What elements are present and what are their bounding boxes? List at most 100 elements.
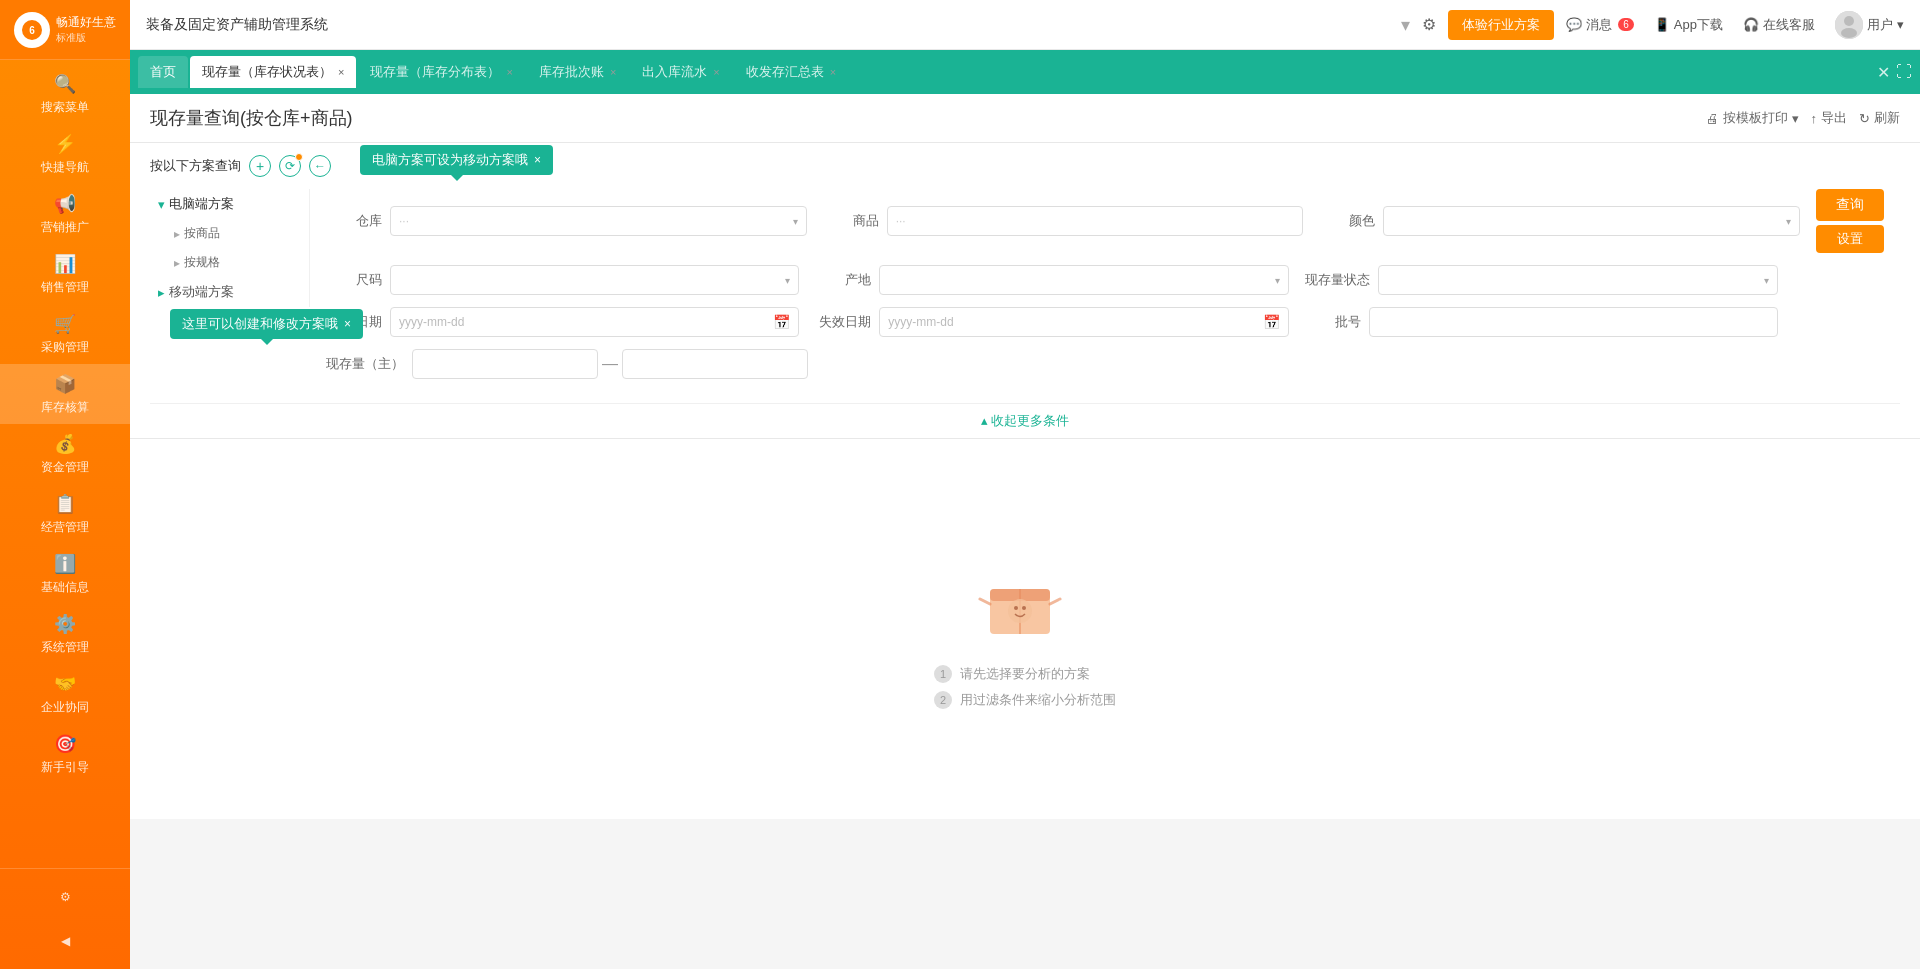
export-btn[interactable]: ↑ 导出 <box>1811 109 1848 127</box>
origin-select[interactable]: ▾ <box>879 265 1288 295</box>
svg-line-12 <box>1050 599 1060 604</box>
filter-add-btn[interactable]: + <box>249 155 271 177</box>
system-icon: ⚙️ <box>54 613 76 635</box>
goods-label: 商品 <box>823 212 879 230</box>
sidebar-item-cooperation[interactable]: 🤝 企业协同 <box>0 664 130 724</box>
tab-home[interactable]: 首页 <box>138 56 188 88</box>
print-dropdown-icon: ▾ <box>1792 111 1799 126</box>
svg-point-9 <box>1014 606 1018 610</box>
warehouse-dropdown-icon: ▾ <box>793 216 798 227</box>
tab-close-inventory-dist[interactable]: × <box>506 66 512 78</box>
tab-close-inventory-status[interactable]: × <box>338 66 344 78</box>
filter-field-color: 颜色 ▾ <box>1319 206 1800 236</box>
message-btn[interactable]: 💬 消息 6 <box>1566 16 1634 34</box>
sidebar-item-nav[interactable]: ⚡ 快捷导航 <box>0 124 130 184</box>
sidebar-collapse[interactable]: ◀ <box>0 921 130 961</box>
topbar-settings-icon[interactable]: ⚙ <box>1422 15 1436 34</box>
scheme-by-spec[interactable]: ▸ 按规格 <box>166 248 305 277</box>
reset-btn[interactable]: 设置 <box>1816 225 1884 253</box>
tab-batch-account[interactable]: 库存批次账 × <box>527 56 628 88</box>
filter-field-batch: 批号 <box>1305 307 1778 337</box>
svg-text:6: 6 <box>29 25 35 36</box>
sidebar-item-operation[interactable]: 📋 经营管理 <box>0 484 130 544</box>
goods-select[interactable]: ··· <box>887 206 1304 236</box>
scheme-mobile-arrow: ▸ <box>158 285 165 300</box>
scheme-mobile[interactable]: ▸ 移动端方案 <box>150 277 305 307</box>
tab-close-batch-account[interactable]: × <box>610 66 616 78</box>
scheme-tree: ▾ 电脑端方案 ▸ 按商品 ▸ 按规格 ▸ <box>150 189 310 307</box>
app-icon: 📱 <box>1654 17 1670 32</box>
color-select[interactable]: ▾ <box>1383 206 1800 236</box>
sidebar-item-marketing[interactable]: 📢 营销推广 <box>0 184 130 244</box>
filter-field-stock-status: 现存量状态 ▾ <box>1305 265 1778 295</box>
user-dropdown-icon: ▾ <box>1897 17 1904 32</box>
filter-edit-btn[interactable]: ⟳ <box>279 155 301 177</box>
search-btn-group: 查询 设置 <box>1816 189 1884 253</box>
tooltip2-close[interactable]: × <box>344 317 351 331</box>
topbar-right: 💬 消息 6 📱 App下载 🎧 在线客服 <box>1566 11 1904 39</box>
tab-close-flow[interactable]: × <box>713 66 719 78</box>
filter-header: 按以下方案查询 + ⟳ ← 电脑方案可设为移动方案哦 × <box>150 155 1900 177</box>
size-select[interactable]: ▾ <box>390 265 799 295</box>
svg-line-11 <box>980 599 990 604</box>
sidebar-settings[interactable]: ⚙ <box>0 877 130 917</box>
tab-inventory-status[interactable]: 现存量（库存状况表） × <box>190 56 356 88</box>
tab-maximize-icon[interactable]: ⛶ <box>1896 63 1912 81</box>
empty-state-container: 1 请先选择要分析的方案 2 用过滤条件来缩小分析范围 <box>130 439 1920 819</box>
marketing-icon: 📢 <box>54 193 76 215</box>
filter-back-btn[interactable]: ← <box>309 155 331 177</box>
refresh-btn[interactable]: ↻ 刷新 <box>1859 109 1900 127</box>
message-icon: 💬 <box>1566 17 1582 32</box>
search-btn[interactable]: 查询 <box>1816 189 1884 221</box>
stock-range-max[interactable] <box>622 349 808 379</box>
search-icon: 🔍 <box>54 73 76 95</box>
sidebar-item-purchase[interactable]: 🛒 采购管理 <box>0 304 130 364</box>
sidebar-item-system[interactable]: ⚙️ 系统管理 <box>0 604 130 664</box>
prod-date-input[interactable]: yyyy-mm-dd 📅 <box>390 307 799 337</box>
dropdown-arrow-icon[interactable]: ▾ <box>1401 14 1410 36</box>
warehouse-select[interactable]: ··· ▾ <box>390 206 807 236</box>
origin-dropdown-icon: ▾ <box>1275 275 1280 286</box>
nav-icon: ⚡ <box>54 133 76 155</box>
sidebar-item-inventory[interactable]: 📦 库存核算 <box>0 364 130 424</box>
empty-illustration <box>975 549 1075 649</box>
filter-section: 按以下方案查询 + ⟳ ← 电脑方案可设为移动方案哦 × <box>130 143 1920 439</box>
topbar: 装备及固定资产辅助管理系统 ▾ ⚙ 体验行业方案 💬 消息 6 📱 App下载 … <box>130 0 1920 50</box>
collapse-bar[interactable]: ▴ 收起更多条件 <box>150 403 1900 438</box>
logo-text: 畅通好生意 标准版 <box>56 15 116 44</box>
sidebar-item-search[interactable]: 🔍 搜索菜单 <box>0 64 130 124</box>
tab-summary[interactable]: 收发存汇总表 × <box>734 56 848 88</box>
page-title: 现存量查询(按仓库+商品) <box>150 106 353 130</box>
stock-status-select[interactable]: ▾ <box>1378 265 1778 295</box>
tab-close-all-icon[interactable]: ✕ <box>1877 63 1890 82</box>
app-download-btn[interactable]: 📱 App下载 <box>1654 16 1723 34</box>
print-icon: 🖨 <box>1706 111 1719 126</box>
sidebar-item-sales[interactable]: 📊 销售管理 <box>0 244 130 304</box>
filter-row-1: 仓库 ··· ▾ 商品 ··· <box>326 189 1884 253</box>
filter-field-warehouse: 仓库 ··· ▾ <box>326 206 807 236</box>
tooltip1-close[interactable]: × <box>534 153 541 167</box>
tooltip-scheme-edit: 这里可以创建和修改方案哦 × <box>170 309 363 339</box>
sidebar-bottom: ⚙ ◀ <box>0 868 130 969</box>
industry-btn[interactable]: 体验行业方案 <box>1448 10 1554 40</box>
collapse-icon: ◀ <box>61 934 70 948</box>
sidebar-item-guide[interactable]: 🎯 新手引导 <box>0 724 130 784</box>
sidebar-item-basic[interactable]: ℹ️ 基础信息 <box>0 544 130 604</box>
inventory-icon: 📦 <box>54 373 76 395</box>
scheme-by-goods-arrow: ▸ <box>174 227 180 241</box>
tab-flow[interactable]: 出入库流水 × <box>630 56 731 88</box>
filter-field-expire-date: 失效日期 yyyy-mm-dd 📅 <box>815 307 1288 337</box>
batch-input[interactable] <box>1369 307 1778 337</box>
scheme-by-goods[interactable]: ▸ 按商品 <box>166 219 305 248</box>
scheme-desktop[interactable]: ▾ 电脑端方案 <box>150 189 305 219</box>
stock-status-dropdown-icon: ▾ <box>1764 275 1769 286</box>
tab-inventory-dist[interactable]: 现存量（库存分布表） × <box>358 56 524 88</box>
print-btn[interactable]: 🖨 按模板打印 ▾ <box>1706 109 1799 127</box>
service-btn[interactable]: 🎧 在线客服 <box>1743 16 1815 34</box>
tab-close-summary[interactable]: × <box>830 66 836 78</box>
expire-date-input[interactable]: yyyy-mm-dd 📅 <box>879 307 1288 337</box>
page-actions: 🖨 按模板打印 ▾ ↑ 导出 ↻ 刷新 <box>1706 109 1901 127</box>
user-btn[interactable]: 用户 ▾ <box>1835 11 1904 39</box>
stock-range-min[interactable] <box>412 349 598 379</box>
sidebar-item-finance[interactable]: 💰 资金管理 <box>0 424 130 484</box>
